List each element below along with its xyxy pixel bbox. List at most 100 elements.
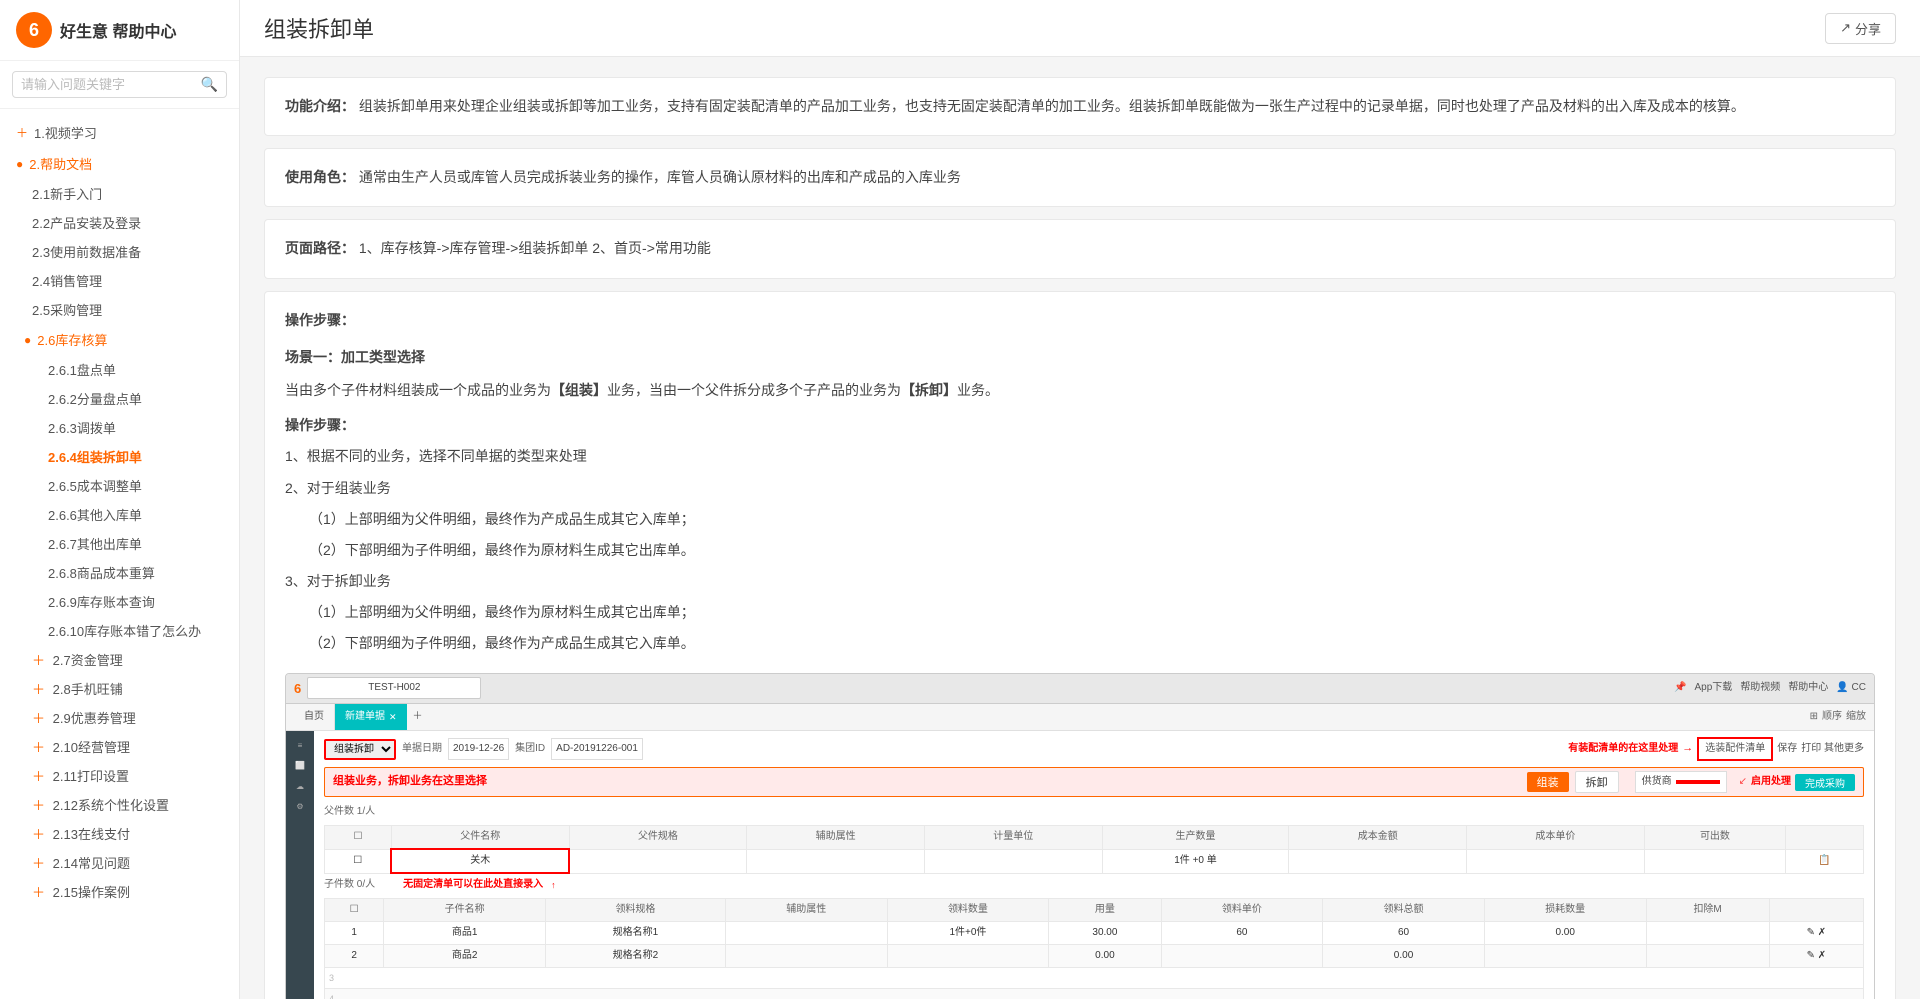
search-input[interactable] (21, 77, 201, 92)
collapse-icon: ● (16, 157, 23, 171)
nav-tree: ＋ 1.视频学习 ● 2.帮助文档 2.1新手入门 2.2产品安装及登录 2.3… (0, 109, 239, 999)
item-label: 2.14常见问题 (53, 856, 130, 871)
step3: 3、对于拆卸业务 (285, 569, 1875, 594)
sidebar-item-data-prep[interactable]: 2.3使用前数据准备 (0, 237, 239, 266)
sidebar-item-stock-query[interactable]: 2.6.9库存账本查询 (0, 587, 239, 616)
lcol-loss: 损耗数量 (1484, 899, 1646, 922)
lcol-spec: 领料规格 (545, 899, 725, 922)
sidebar-item-beginner[interactable]: 2.1新手入门 (0, 179, 239, 208)
sidebar-item-online-pay[interactable]: ＋ 2.13在线支付 (0, 819, 239, 848)
search-input-wrap[interactable]: 🔍 (12, 71, 227, 98)
sidebar-item-assembly[interactable]: 2.6.4组装拆卸单 (0, 442, 239, 471)
empty-row-4: 4 (325, 989, 1864, 999)
sidebar-item-split-stocktake[interactable]: 2.6.2分量盘点单 (0, 384, 239, 413)
share-label: 分享 (1855, 19, 1881, 38)
item-label: 2.6.8商品成本重算 (48, 566, 155, 581)
sidebar-item-stocktake[interactable]: 2.6.1盘点单 (0, 355, 239, 384)
upper-table-label: 父件数 1/人 (324, 803, 1864, 821)
item-label: 2.4销售管理 (32, 274, 102, 289)
sidebar-item-personalize[interactable]: ＋ 2.12系统个性化设置 (0, 790, 239, 819)
sidebar-item-ops[interactable]: ＋ 2.10经营管理 (0, 732, 239, 761)
tab-new[interactable]: 新建单据 ✕ (335, 704, 407, 730)
col-checkbox: ☐ (325, 826, 392, 850)
item-label: 2.13在线支付 (53, 827, 130, 842)
lcell-loss: 0.00 (1484, 922, 1646, 945)
sidebar-item-purchase[interactable]: 2.5采购管理 (0, 295, 239, 324)
item-label: 2.1新手入门 (32, 187, 102, 202)
lcell-qty: 1件+0件 (887, 922, 1049, 945)
col-aux-attr: 辅助属性 (747, 826, 925, 850)
sidebar-item-faq[interactable]: ＋ 2.14常见问题 (0, 848, 239, 877)
lcell-total: 0.00 (1323, 945, 1485, 968)
sidebar-item-label: 1.视频学习 (34, 123, 97, 142)
sidebar-item-inventory[interactable]: ● 2.6库存核算 (0, 324, 239, 355)
table-row: 3 (325, 968, 1864, 989)
path-label: 页面路径： (285, 240, 355, 256)
role-text: 通常由生产人员或库管人员完成拆装业务的操作，库管人员确认原材料的出库和产成品的入… (359, 169, 961, 185)
top-icons: 📌App下载帮助视频帮助中心👤 CC (1674, 679, 1866, 697)
cell-avail (1644, 849, 1785, 873)
cell-checkbox: ☐ (325, 849, 392, 873)
enable-toggle[interactable]: 完成采购 (1795, 774, 1855, 791)
disassembly-btn[interactable]: 拆卸 (1575, 771, 1619, 793)
item-label: 2.6.2分量盘点单 (48, 392, 142, 407)
cell-unit (924, 849, 1102, 873)
sidebar-item-other-out[interactable]: 2.6.7其他出库单 (0, 529, 239, 558)
save-btn[interactable]: 保存 (1777, 740, 1797, 758)
add-tab-btn[interactable]: ＋ (407, 704, 429, 730)
col-qty: 生产数量 (1102, 826, 1289, 850)
number-value: AD-20191226-001 (551, 738, 643, 760)
role-label: 使用角色： (285, 169, 355, 185)
page-title: 组装拆卸单 (264, 12, 374, 44)
sidebar-item-stock-error[interactable]: 2.6.10库存账本错了怎么办 (0, 616, 239, 645)
table-row: 1 商品1 规格名称1 1件+0件 30.00 60 60 0.00 (325, 922, 1864, 945)
cell-cost-amt (1289, 849, 1467, 873)
lower-table: ☐ 子件名称 领料规格 辅助属性 领料数量 用量 领料单价 领料总额 损耗数量 (324, 898, 1864, 999)
sidebar-item-sales[interactable]: 2.4销售管理 (0, 266, 239, 295)
type-select[interactable]: 组装拆卸 (324, 739, 396, 760)
item-label: 2.12系统个性化设置 (53, 798, 169, 813)
step2b: （2）下部明细为子件明细，最终作为原材料生成其它出库单。 (309, 538, 1875, 563)
sidebar-item-adjust[interactable]: 2.6.3调拨单 (0, 413, 239, 442)
lcell-price: 60 (1161, 922, 1323, 945)
cell-aux (747, 849, 925, 873)
share-button[interactable]: ↗ 分享 (1825, 13, 1896, 44)
step3a: （1）上部明细为父件明细，最终作为原材料生成其它出库单； (309, 600, 1875, 625)
sidebar-item-docs[interactable]: ● 2.帮助文档 (0, 148, 239, 179)
col-cost-price: 成本单价 (1467, 826, 1645, 850)
table-row: 4 (325, 989, 1864, 999)
item-label: 2.8手机旺铺 (53, 682, 123, 697)
col-cost-amount: 成本金额 (1289, 826, 1467, 850)
sidebar-item-finance[interactable]: ＋ 2.7资金管理 (0, 645, 239, 674)
lcol-qty: 领料数量 (887, 899, 1049, 922)
sidebar-item-cases[interactable]: ＋ 2.15操作案例 (0, 877, 239, 906)
lcell-usage: 0.00 (1049, 945, 1161, 968)
enable-label: 启用处理 (1751, 773, 1791, 791)
lower-table-header: 子件数 0/人 无固定清单可以在此处直接录入 ↑ (324, 876, 1864, 894)
select-bom-btn[interactable]: 选装配件清单 (1697, 737, 1773, 761)
step3b: （2）下部明细为子件明细，最终作为产成品生成其它入库单。 (309, 631, 1875, 656)
lcell-deduct (1646, 922, 1769, 945)
annotation-container1: 有装配清单的在这里处理 → 选装配件清单 保存 打印 其他更多 (665, 737, 1864, 761)
sidebar-item-print[interactable]: ＋ 2.11打印设置 (0, 761, 239, 790)
lcell-icons: ✎ ✗ (1769, 922, 1863, 945)
sidebar-item-coupon[interactable]: ＋ 2.9优惠券管理 (0, 703, 239, 732)
assembly-btn[interactable]: 组装 (1527, 772, 1569, 792)
search-icon[interactable]: 🔍 (201, 76, 218, 93)
sidebar-item-other-in[interactable]: 2.6.6其他入库单 (0, 500, 239, 529)
sidebar-item-mobile[interactable]: ＋ 2.8手机旺铺 (0, 674, 239, 703)
col-parent-name: 父件名称 (391, 826, 569, 850)
icon-sidebar: ≡⬜☁⚙ (286, 731, 314, 999)
lcell-loss (1484, 945, 1646, 968)
item-label: 2.9优惠券管理 (53, 711, 136, 726)
scene1-desc: 当由多个子件材料组装成一个成品的业务为【组装】业务，当由一个父件拆分成多个子产品… (285, 378, 1875, 403)
type-buttons: 组装 拆卸 (1527, 771, 1619, 793)
sidebar-item-video[interactable]: ＋ 1.视频学习 (0, 117, 239, 148)
sidebar: 6 好生意 帮助中心 🔍 ＋ 1.视频学习 ● 2.帮助文档 2.1新手入门 2… (0, 0, 240, 999)
sidebar-item-cost-adjust[interactable]: 2.6.5成本调整单 (0, 471, 239, 500)
tab-home[interactable]: 自页 (294, 704, 335, 730)
lcol-checkbox: ☐ (325, 899, 384, 922)
sidebar-item-cost-recalc[interactable]: 2.6.8商品成本重算 (0, 558, 239, 587)
sidebar-item-label: 2.6库存核算 (37, 330, 107, 349)
sidebar-item-install[interactable]: 2.2产品安装及登录 (0, 208, 239, 237)
